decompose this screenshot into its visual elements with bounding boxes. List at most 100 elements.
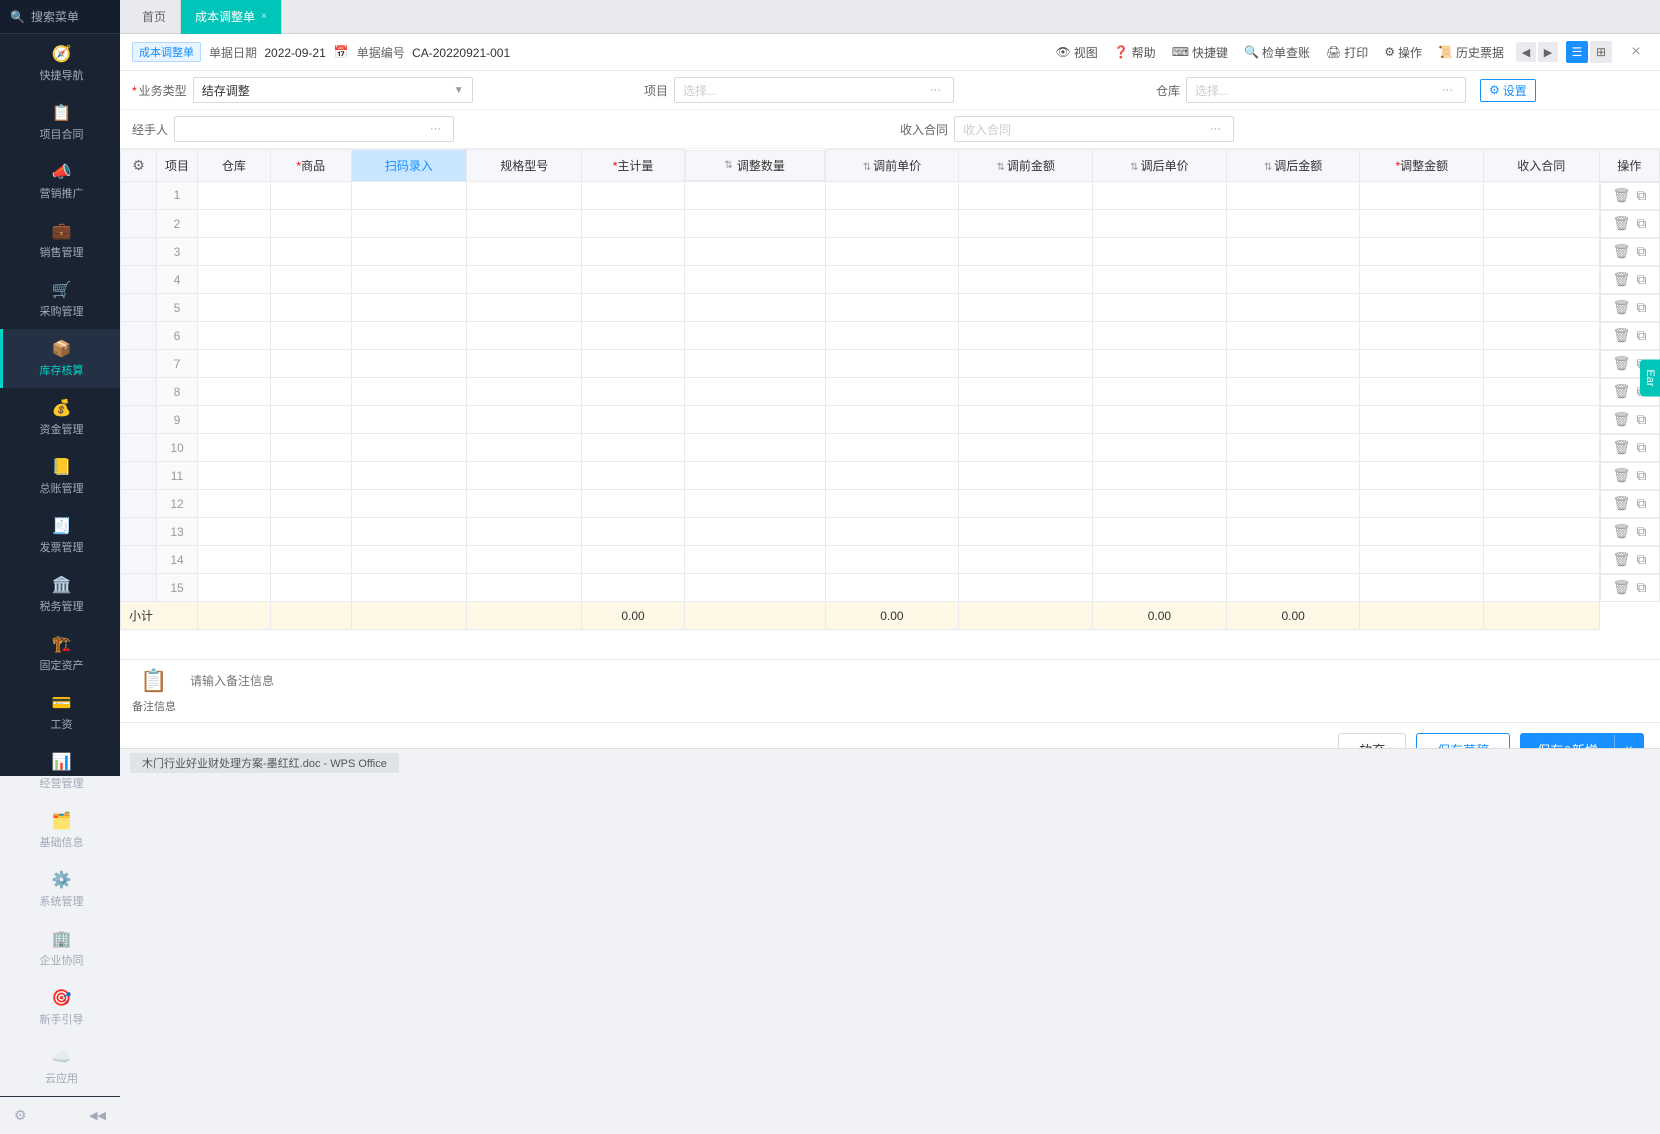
cell-product[interactable] <box>351 238 466 266</box>
cell-warehouse[interactable] <box>270 462 351 490</box>
cell-prev-amount[interactable] <box>959 210 1093 238</box>
cell-adjust-qty[interactable] <box>684 350 825 378</box>
row-delete-icon[interactable]: 🗑 <box>1613 299 1631 316</box>
cell-spec[interactable] <box>467 322 582 350</box>
cell-prev-amount[interactable] <box>959 462 1093 490</box>
cell-prev-amount[interactable] <box>959 546 1093 574</box>
cell-spec[interactable] <box>467 434 582 462</box>
cell-after-unit-price[interactable] <box>1093 181 1227 210</box>
cell-unit[interactable] <box>582 434 684 462</box>
notes-input[interactable] <box>186 668 1648 704</box>
cell-after-amount[interactable] <box>1226 434 1360 462</box>
table-settings-header[interactable]: ⚙ <box>121 150 157 182</box>
cell-project[interactable] <box>198 490 271 518</box>
cell-after-unit-price[interactable] <box>1093 434 1227 462</box>
cell-adjust-amount[interactable] <box>1360 181 1484 210</box>
tab-close-icon[interactable]: × <box>261 11 267 22</box>
row-delete-icon[interactable]: 🗑 <box>1613 355 1631 372</box>
cell-unit[interactable] <box>582 490 684 518</box>
cell-unit[interactable] <box>582 378 684 406</box>
cell-project[interactable] <box>198 294 271 322</box>
row-copy-icon[interactable]: ⧉ <box>1636 299 1646 316</box>
cell-after-unit-price[interactable] <box>1093 378 1227 406</box>
cell-adjust-qty[interactable] <box>684 238 825 266</box>
cell-income-contract[interactable] <box>1484 462 1599 490</box>
cell-product[interactable] <box>351 518 466 546</box>
cell-product[interactable] <box>351 294 466 322</box>
cell-prev-unit-price[interactable] <box>825 350 959 378</box>
tab-home[interactable]: 首页 <box>128 0 181 34</box>
cell-spec[interactable] <box>467 406 582 434</box>
cell-after-amount[interactable] <box>1226 181 1360 210</box>
warehouse-dots-icon[interactable]: ··· <box>1438 84 1457 96</box>
cell-after-unit-price[interactable] <box>1093 490 1227 518</box>
cell-prev-amount[interactable] <box>959 238 1093 266</box>
cell-after-amount[interactable] <box>1226 490 1360 518</box>
right-edge-tab[interactable]: Ear <box>1640 359 1660 396</box>
sidebar-item-basic-info[interactable]: 🗂️ 基础信息 <box>0 801 120 860</box>
table-settings-gear-icon[interactable]: ⚙ <box>132 157 145 173</box>
cell-spec[interactable] <box>467 574 582 602</box>
sidebar-item-inventory[interactable]: 📦 库存核算 <box>0 329 120 388</box>
cell-prev-unit-price[interactable] <box>825 322 959 350</box>
cell-after-amount[interactable] <box>1226 294 1360 322</box>
row-copy-icon[interactable]: ⧉ <box>1636 215 1646 232</box>
actions-btn[interactable]: ⚙ 操作 <box>1380 42 1426 63</box>
cell-prev-amount[interactable] <box>959 322 1093 350</box>
cell-after-amount[interactable] <box>1226 350 1360 378</box>
cell-spec[interactable] <box>467 210 582 238</box>
cell-product[interactable] <box>351 322 466 350</box>
cell-prev-unit-price[interactable] <box>825 434 959 462</box>
cell-unit[interactable] <box>582 406 684 434</box>
cell-product[interactable] <box>351 378 466 406</box>
row-delete-icon[interactable]: 🗑 <box>1613 411 1631 428</box>
cell-adjust-amount[interactable] <box>1360 462 1484 490</box>
cell-adjust-qty[interactable] <box>684 294 825 322</box>
cell-project[interactable] <box>198 322 271 350</box>
cell-warehouse[interactable] <box>270 574 351 602</box>
row-copy-icon[interactable]: ⧉ <box>1636 495 1646 512</box>
cell-adjust-amount[interactable] <box>1360 574 1484 602</box>
cell-unit[interactable] <box>582 322 684 350</box>
cell-prev-amount[interactable] <box>959 378 1093 406</box>
cell-income-contract[interactable] <box>1484 406 1599 434</box>
cell-after-amount[interactable] <box>1226 546 1360 574</box>
income-contract-dots-icon[interactable]: ··· <box>1206 123 1225 135</box>
cell-after-unit-price[interactable] <box>1093 546 1227 574</box>
row-copy-icon[interactable]: ⧉ <box>1636 327 1646 344</box>
cell-warehouse[interactable] <box>270 378 351 406</box>
cell-unit[interactable] <box>582 350 684 378</box>
cell-adjust-qty[interactable] <box>684 322 825 350</box>
settings-icon[interactable]: ⚙ <box>14 1107 27 1124</box>
cell-product[interactable] <box>351 350 466 378</box>
cell-income-contract[interactable] <box>1484 238 1599 266</box>
sidebar-search[interactable]: 🔍 搜索菜单 <box>0 0 120 34</box>
cell-project[interactable] <box>198 546 271 574</box>
close-form-btn[interactable]: × <box>1624 40 1648 64</box>
cell-after-unit-price[interactable] <box>1093 210 1227 238</box>
nav-prev-btn[interactable]: ◀ <box>1516 42 1536 62</box>
cell-spec[interactable] <box>467 181 582 210</box>
sidebar-item-cloud[interactable]: ☁️ 云应用 <box>0 1037 120 1096</box>
cell-prev-unit-price[interactable] <box>825 546 959 574</box>
cell-spec[interactable] <box>467 266 582 294</box>
cell-income-contract[interactable] <box>1484 181 1599 210</box>
cell-adjust-amount[interactable] <box>1360 266 1484 294</box>
project-input[interactable]: 选择... ··· <box>674 77 954 103</box>
cell-income-contract[interactable] <box>1484 266 1599 294</box>
print-btn[interactable]: 🖨 打印 <box>1322 42 1372 63</box>
cell-product[interactable] <box>351 266 466 294</box>
cell-after-amount[interactable] <box>1226 406 1360 434</box>
cell-product[interactable] <box>351 181 466 210</box>
cell-adjust-qty[interactable] <box>684 378 825 406</box>
cell-project[interactable] <box>198 210 271 238</box>
cell-adjust-amount[interactable] <box>1360 434 1484 462</box>
handler-dots-icon[interactable]: ··· <box>426 123 445 135</box>
row-copy-icon[interactable]: ⧉ <box>1636 439 1646 456</box>
cell-adjust-amount[interactable] <box>1360 406 1484 434</box>
cell-income-contract[interactable] <box>1484 294 1599 322</box>
cell-product[interactable] <box>351 574 466 602</box>
cell-unit[interactable] <box>582 238 684 266</box>
cell-project[interactable] <box>198 462 271 490</box>
cell-unit[interactable] <box>582 294 684 322</box>
